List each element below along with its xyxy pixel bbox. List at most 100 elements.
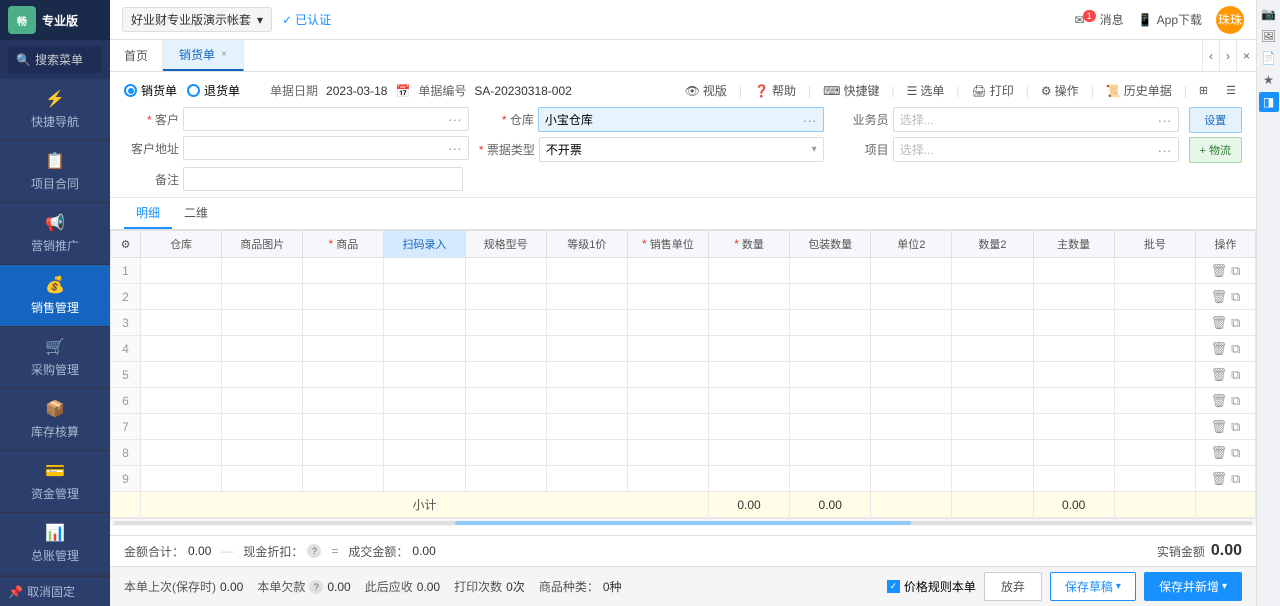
tab-close-all-button[interactable]: ×: [1236, 40, 1256, 71]
salesperson-dots-icon[interactable]: ···: [1158, 112, 1172, 128]
tab-home[interactable]: 首页: [110, 40, 163, 71]
table-scrollbar[interactable]: [110, 518, 1256, 526]
warehouse-input[interactable]: 小宝仓库 ···: [538, 107, 824, 132]
row-copy-button[interactable]: ⧉: [1231, 471, 1240, 487]
row-delete-button[interactable]: 🗑: [1211, 393, 1228, 409]
cell-pack-qty[interactable]: [790, 258, 871, 284]
sidebar-item-quicknav[interactable]: ⚡ 快捷导航: [0, 79, 110, 141]
logistics-button[interactable]: + 物流: [1189, 137, 1242, 163]
tab-2d[interactable]: 二维: [172, 198, 220, 229]
sidebar-item-purchase[interactable]: 🛒 采购管理: [0, 327, 110, 389]
rt-image-button[interactable]: 🖼: [1259, 26, 1279, 46]
row-delete-button[interactable]: 🗑: [1211, 289, 1228, 305]
rt-file-button[interactable]: 📄: [1259, 48, 1279, 68]
tab-prev-button[interactable]: ‹: [1202, 40, 1219, 71]
note-input[interactable]: [183, 167, 463, 191]
cell-batch[interactable]: [1114, 258, 1195, 284]
row-copy-button[interactable]: ⧉: [1231, 263, 1240, 279]
help-button[interactable]: ❓ 帮助: [748, 80, 802, 101]
sidebar-item-inventory[interactable]: 📦 库存核算: [0, 389, 110, 451]
radio-return-order[interactable]: 退货单: [187, 82, 240, 99]
shortcut-button[interactable]: ⌨ 快捷键: [817, 80, 885, 101]
row-delete-button[interactable]: 🗑: [1211, 341, 1228, 357]
sidebar-item-marketing[interactable]: 📢 营销推广: [0, 203, 110, 265]
row-copy-button[interactable]: ⧉: [1231, 419, 1240, 435]
table-row: 5 🗑⧉: [111, 362, 1256, 388]
row-copy-button[interactable]: ⧉: [1231, 393, 1240, 409]
cell-unit2[interactable]: [871, 258, 952, 284]
row-delete-button[interactable]: 🗑: [1211, 315, 1228, 331]
row-delete-button[interactable]: 🗑: [1211, 445, 1228, 461]
sidebar-item-label: 总账管理: [31, 547, 79, 564]
tab-sales-order[interactable]: 销货单 ×: [163, 40, 244, 71]
cell-spec[interactable]: [465, 258, 546, 284]
tab-close-icon[interactable]: ×: [221, 49, 227, 60]
row-copy-button[interactable]: ⧉: [1231, 289, 1240, 305]
row-delete-button[interactable]: 🗑: [1211, 471, 1228, 487]
row-delete-button[interactable]: 🗑: [1211, 367, 1228, 383]
row-copy-button[interactable]: ⧉: [1231, 315, 1240, 331]
sidebar-item-accounting[interactable]: 📊 总账管理: [0, 513, 110, 575]
save-draft-button[interactable]: 保存草稿 ▾: [1050, 572, 1136, 601]
calendar-icon[interactable]: 📅: [395, 84, 410, 98]
list-view-button[interactable]: ☰: [1220, 82, 1242, 99]
row-copy-button[interactable]: ⧉: [1231, 367, 1240, 383]
invoice-type-select[interactable]: 不开票 ▾: [539, 137, 824, 162]
col-gear[interactable]: ⚙: [111, 231, 141, 258]
customer-input[interactable]: ···: [183, 107, 469, 131]
cell-price1[interactable]: [546, 258, 627, 284]
cell-warehouse[interactable]: [141, 258, 222, 284]
cell-batch-input[interactable]: [384, 258, 465, 284]
receivable-help-icon[interactable]: ?: [309, 580, 323, 594]
abandon-button[interactable]: 放弃: [984, 572, 1042, 601]
address-field: 客户地址 ···: [124, 136, 469, 160]
save-new-button[interactable]: 保存并新增 ▾: [1144, 572, 1242, 601]
settings-button[interactable]: 设置: [1189, 107, 1242, 133]
history-button[interactable]: 📜 历史单据: [1100, 80, 1178, 101]
row-copy-button[interactable]: ⧉: [1231, 341, 1240, 357]
address-dots-icon[interactable]: ···: [448, 140, 462, 156]
radio-sales-order[interactable]: 销货单: [124, 82, 177, 99]
customer-dots-icon[interactable]: ···: [448, 111, 462, 127]
tab-detail[interactable]: 明细: [124, 198, 172, 229]
print-button[interactable]: 🖨 打印: [966, 80, 1020, 101]
chevron-down-icon: ▾: [257, 13, 263, 27]
col-product-img: 商品图片: [222, 231, 303, 258]
row-delete-button[interactable]: 🗑: [1211, 263, 1228, 279]
row-copy-button[interactable]: ⧉: [1231, 445, 1240, 461]
search-menu-button[interactable]: 🔍 搜索菜单: [8, 46, 102, 73]
salesperson-input[interactable]: 选择... ···: [893, 107, 1179, 132]
col-batch-input[interactable]: 扫码录入: [384, 231, 465, 258]
grid-view-button[interactable]: ⊞: [1193, 82, 1214, 99]
warehouse-dots-icon[interactable]: ···: [803, 112, 817, 128]
cell-quantity[interactable]: [708, 258, 789, 284]
operations-button[interactable]: ⚙ 操作: [1035, 80, 1085, 101]
rt-camera-button[interactable]: 📷: [1259, 4, 1279, 24]
tab-next-button[interactable]: ›: [1219, 40, 1236, 71]
company-selector[interactable]: 好业财专业版演示帐套 ▾: [122, 7, 272, 32]
sidebar-item-finance[interactable]: 💳 资金管理: [0, 451, 110, 513]
cell-product[interactable]: [303, 258, 384, 284]
sidebar-item-project[interactable]: 📋 项目合同: [0, 141, 110, 203]
cell-main-qty[interactable]: [1033, 258, 1114, 284]
view-button[interactable]: 👁 视版: [679, 80, 733, 101]
invoice-type-arrow-icon: ▾: [812, 144, 817, 155]
cell-product-img[interactable]: [222, 258, 303, 284]
row-delete-button[interactable]: 🗑: [1211, 419, 1228, 435]
user-avatar[interactable]: 珠珠: [1216, 6, 1244, 34]
address-input[interactable]: ···: [183, 136, 469, 160]
project-dots-icon[interactable]: ···: [1158, 142, 1172, 158]
rt-star-button[interactable]: ★: [1259, 70, 1279, 90]
price-rule-checkbox[interactable]: ✓ 价格规则本单: [887, 578, 976, 595]
sidebar-item-sales[interactable]: 💰 销售管理: [0, 265, 110, 327]
discount-help-icon[interactable]: ?: [307, 544, 321, 558]
rt-active-button[interactable]: ◨: [1259, 92, 1279, 112]
cell-qty2[interactable]: [952, 258, 1033, 284]
sidebar-unpin-button[interactable]: 📌 取消固定: [0, 576, 110, 606]
project-input[interactable]: 选择... ···: [893, 137, 1179, 162]
message-button[interactable]: ✉ 1 消息: [1075, 11, 1124, 28]
app-download-button[interactable]: 📱 App下载: [1138, 11, 1202, 28]
inventory-icon: 📦: [45, 399, 65, 419]
select-button[interactable]: ☰ 选单: [901, 80, 951, 101]
cell-sales-unit[interactable]: [627, 258, 708, 284]
